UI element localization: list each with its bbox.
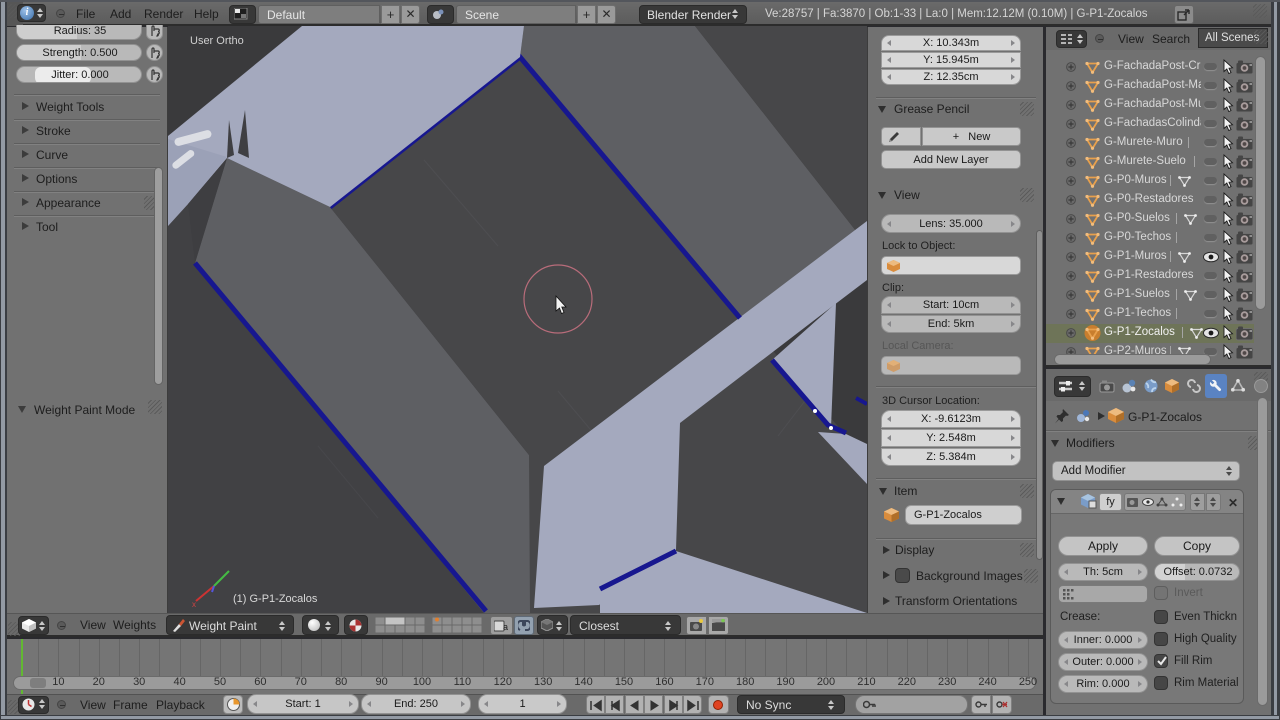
svg-text:a: a [503, 622, 508, 632]
svg-text:(1) G-P1-Zocalos: (1) G-P1-Zocalos [233, 593, 318, 605]
svg-text:User Ortho: User Ortho [190, 35, 244, 47]
svg-text:x: x [192, 600, 196, 609]
